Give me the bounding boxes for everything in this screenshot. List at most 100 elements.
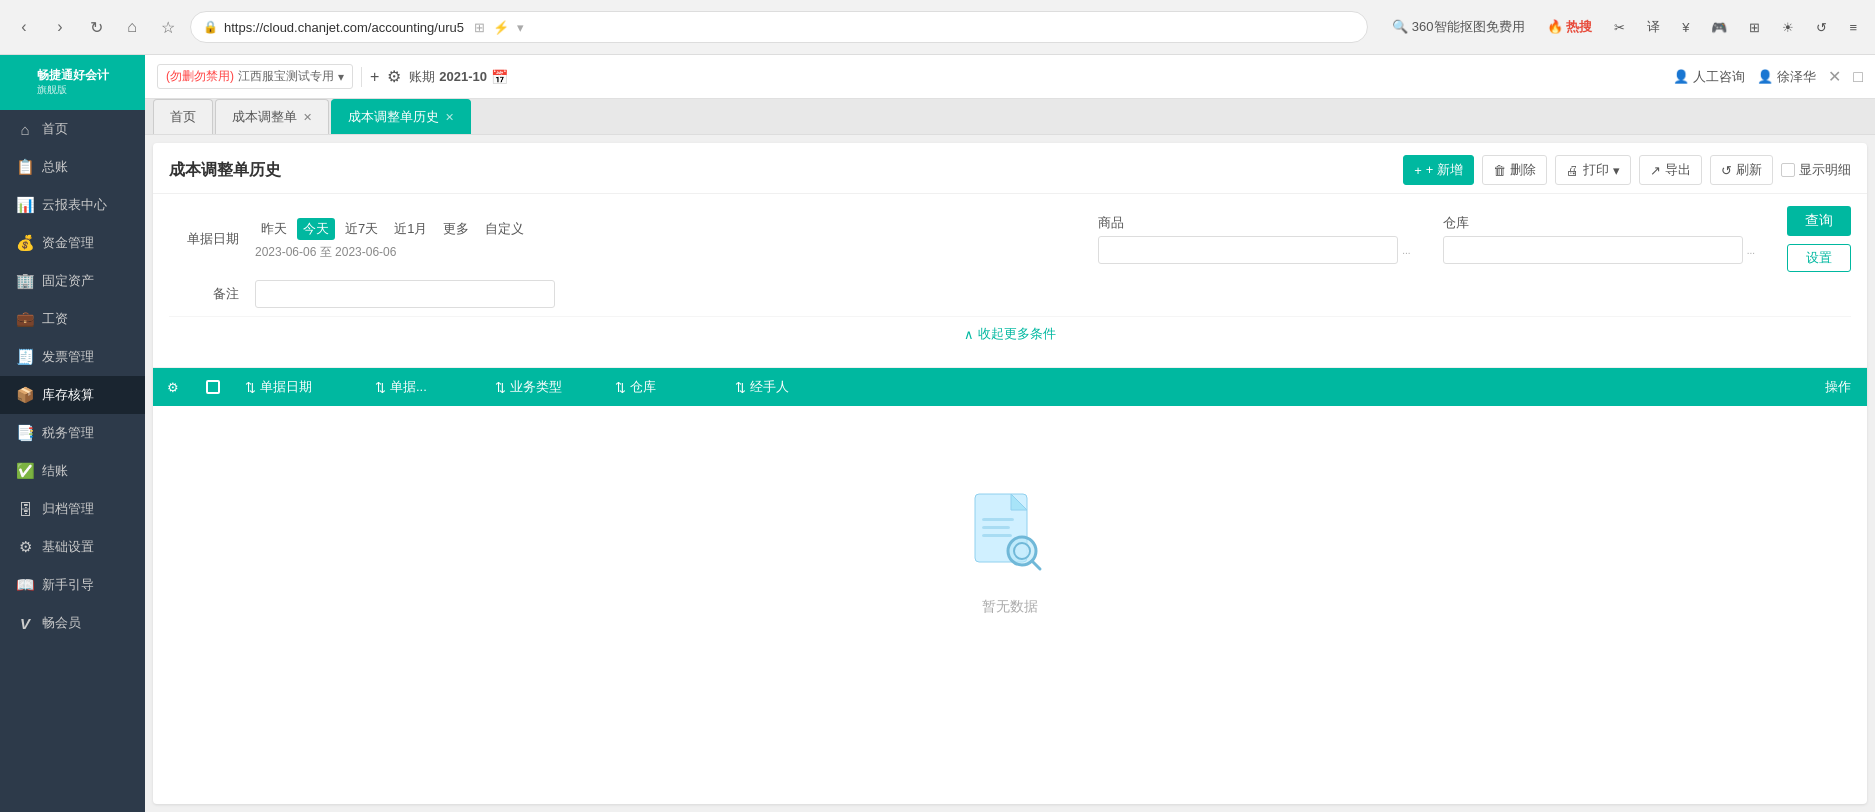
funds-icon: 💰 [16,234,34,252]
7days-btn[interactable]: 近7天 [339,218,384,240]
period-info: 账期 2021-10 📅 [409,68,508,86]
url-text: https://cloud.chanjet.com/accounting/uru… [224,20,464,35]
tab-close-icon[interactable]: ✕ [303,111,312,124]
settle-icon: ✅ [16,462,34,480]
company-dropdown-icon: ▾ [338,70,344,84]
filter-row-date: 单据日期 昨天 今天 近7天 近1月 更多 自定义 2023-06-06 至 2… [169,206,1851,272]
bookmark-button[interactable]: ☆ [154,13,182,41]
page-content: 成本调整单历史 + + 新增 🗑 删除 🖨 打印 ▾ [153,143,1867,804]
undo-tool[interactable]: ↺ [1808,16,1835,39]
th-checkbox[interactable] [193,380,233,394]
translate-tool[interactable]: 译 [1639,14,1668,40]
grid-tool[interactable]: ⊞ [1741,16,1768,39]
warehouse-dots[interactable]: ... [1747,245,1755,256]
menu-tool[interactable]: ≡ [1841,16,1865,39]
warehouse-input[interactable] [1443,236,1743,264]
goods-input[interactable] [1098,236,1398,264]
warehouse-filter-input-row: ... [1443,236,1755,264]
th-actions: 操作 [1813,378,1867,396]
th-settings[interactable]: ⚙ [153,380,193,395]
hot-search-button[interactable]: 🔥 热搜 [1539,14,1601,40]
more-btn[interactable]: 更多 [437,218,475,240]
refresh-button[interactable]: ↺ 刷新 [1710,155,1773,185]
forward-button[interactable]: › [46,13,74,41]
game-tool[interactable]: 🎮 [1703,16,1735,39]
calendar-icon[interactable]: 📅 [491,69,508,85]
window-maximize-button[interactable]: □ [1853,68,1863,86]
filter-actions-right: 商品 ... [1098,214,1410,264]
sidebar-item-inventory[interactable]: 📦 库存核算 [0,376,145,414]
grid-icon: ⊞ [474,20,485,35]
sidebar-item-invoices[interactable]: 🧾 发票管理 [0,338,145,376]
sidebar-item-settle[interactable]: ✅ 结账 [0,452,145,490]
refresh-icon: ↺ [1721,163,1732,178]
user-profile-button[interactable]: 👤 徐泽华 [1757,68,1816,86]
sidebar-item-funds[interactable]: 💰 资金管理 [0,224,145,262]
custom-btn[interactable]: 自定义 [479,218,530,240]
print-button[interactable]: 🖨 打印 ▾ [1555,155,1631,185]
delete-button[interactable]: 🗑 删除 [1482,155,1547,185]
th-warehouse[interactable]: ⇅ 仓库 [603,378,723,396]
tab-close-icon[interactable]: ✕ [445,111,454,124]
sidebar-item-guide[interactable]: 📖 新手引导 [0,566,145,604]
print-icon: 🖨 [1566,163,1579,178]
sidebar-item-label: 工资 [42,310,68,328]
remark-input[interactable] [255,280,555,308]
page-header: 成本调整单历史 + + 新增 🗑 删除 🖨 打印 ▾ [153,143,1867,194]
refresh-button[interactable]: ↻ [82,13,110,41]
tab-cost-adjust-history[interactable]: 成本调整单历史 ✕ [331,99,471,134]
sidebar-item-label: 基础设置 [42,538,94,556]
settings-button[interactable]: 设置 [1787,244,1851,272]
company-select[interactable]: (勿删勿禁用) 江西服宝测试专用 ▾ [157,64,353,89]
select-all-checkbox[interactable] [206,380,220,394]
customer-service-button[interactable]: 👤 人工咨询 [1673,68,1745,86]
tab-cost-adjust[interactable]: 成本调整单 ✕ [215,99,329,134]
tab-label: 成本调整单历史 [348,108,439,126]
th-date[interactable]: ⇅ 单据日期 [233,378,363,396]
collapse-button[interactable]: ∧ 收起更多条件 [956,321,1064,347]
username-label: 徐泽华 [1777,68,1816,86]
goods-dots[interactable]: ... [1402,245,1410,256]
sidebar-item-settings[interactable]: ⚙ 基础设置 [0,528,145,566]
sort-icons: ⇅ [495,380,506,395]
tab-settings-button[interactable]: ⚙ [387,67,401,86]
scissors-tool[interactable]: ✂ [1606,16,1633,39]
display-toggle-label[interactable]: 显示明细 [1781,161,1851,179]
sidebar-item-assets[interactable]: 🏢 固定资产 [0,262,145,300]
query-button[interactable]: 查询 [1787,206,1851,236]
sidebar-item-archive[interactable]: 🗄 归档管理 [0,490,145,528]
sidebar-item-label: 云报表中心 [42,196,107,214]
sidebar-item-reports[interactable]: 📊 云报表中心 [0,186,145,224]
yesterday-btn[interactable]: 昨天 [255,218,293,240]
today-btn[interactable]: 今天 [297,218,335,240]
tab-label: 成本调整单 [232,108,297,126]
sidebar-item-salary[interactable]: 💼 工资 [0,300,145,338]
sidebar-item-home[interactable]: ⌂ 首页 [0,110,145,148]
th-biztype[interactable]: ⇅ 业务类型 [483,378,603,396]
app-container: 畅捷通好会计 旗舰版 ⌂ 首页 📋 总账 📊 云报表中心 💰 资金管理 � [0,55,1875,812]
1month-btn[interactable]: 近1月 [388,218,433,240]
home-icon: ⌂ [16,121,34,138]
address-bar[interactable]: 🔒 https://cloud.chanjet.com/accounting/u… [190,11,1368,43]
add-button[interactable]: + + 新增 [1403,155,1474,185]
th-operator[interactable]: ⇅ 经手人 [723,378,843,396]
home-button[interactable]: ⌂ [118,13,146,41]
export-button[interactable]: ↗ 导出 [1639,155,1702,185]
sidebar-item-member[interactable]: V 畅会员 [0,604,145,642]
th-docnum[interactable]: ⇅ 单据... [363,378,483,396]
tab-home[interactable]: 首页 [153,99,213,134]
back-button[interactable]: ‹ [10,13,38,41]
sidebar-item-ledger[interactable]: 📋 总账 [0,148,145,186]
window-close-button[interactable]: ✕ [1828,67,1841,86]
wallet-tool[interactable]: ¥ [1674,16,1697,39]
service-label: 人工咨询 [1693,68,1745,86]
sun-tool[interactable]: ☀ [1774,16,1802,39]
display-toggle-checkbox[interactable] [1781,163,1795,177]
dropdown-icon: ▾ [517,20,524,35]
assets-icon: 🏢 [16,272,34,290]
add-tab-button[interactable]: + [370,68,379,86]
sidebar-item-tax[interactable]: 📑 税务管理 [0,414,145,452]
search-tool[interactable]: 🔍 360智能抠图免费用 [1384,14,1532,40]
svg-rect-3 [982,526,1010,529]
goods-filter-input-row: ... [1098,236,1410,264]
